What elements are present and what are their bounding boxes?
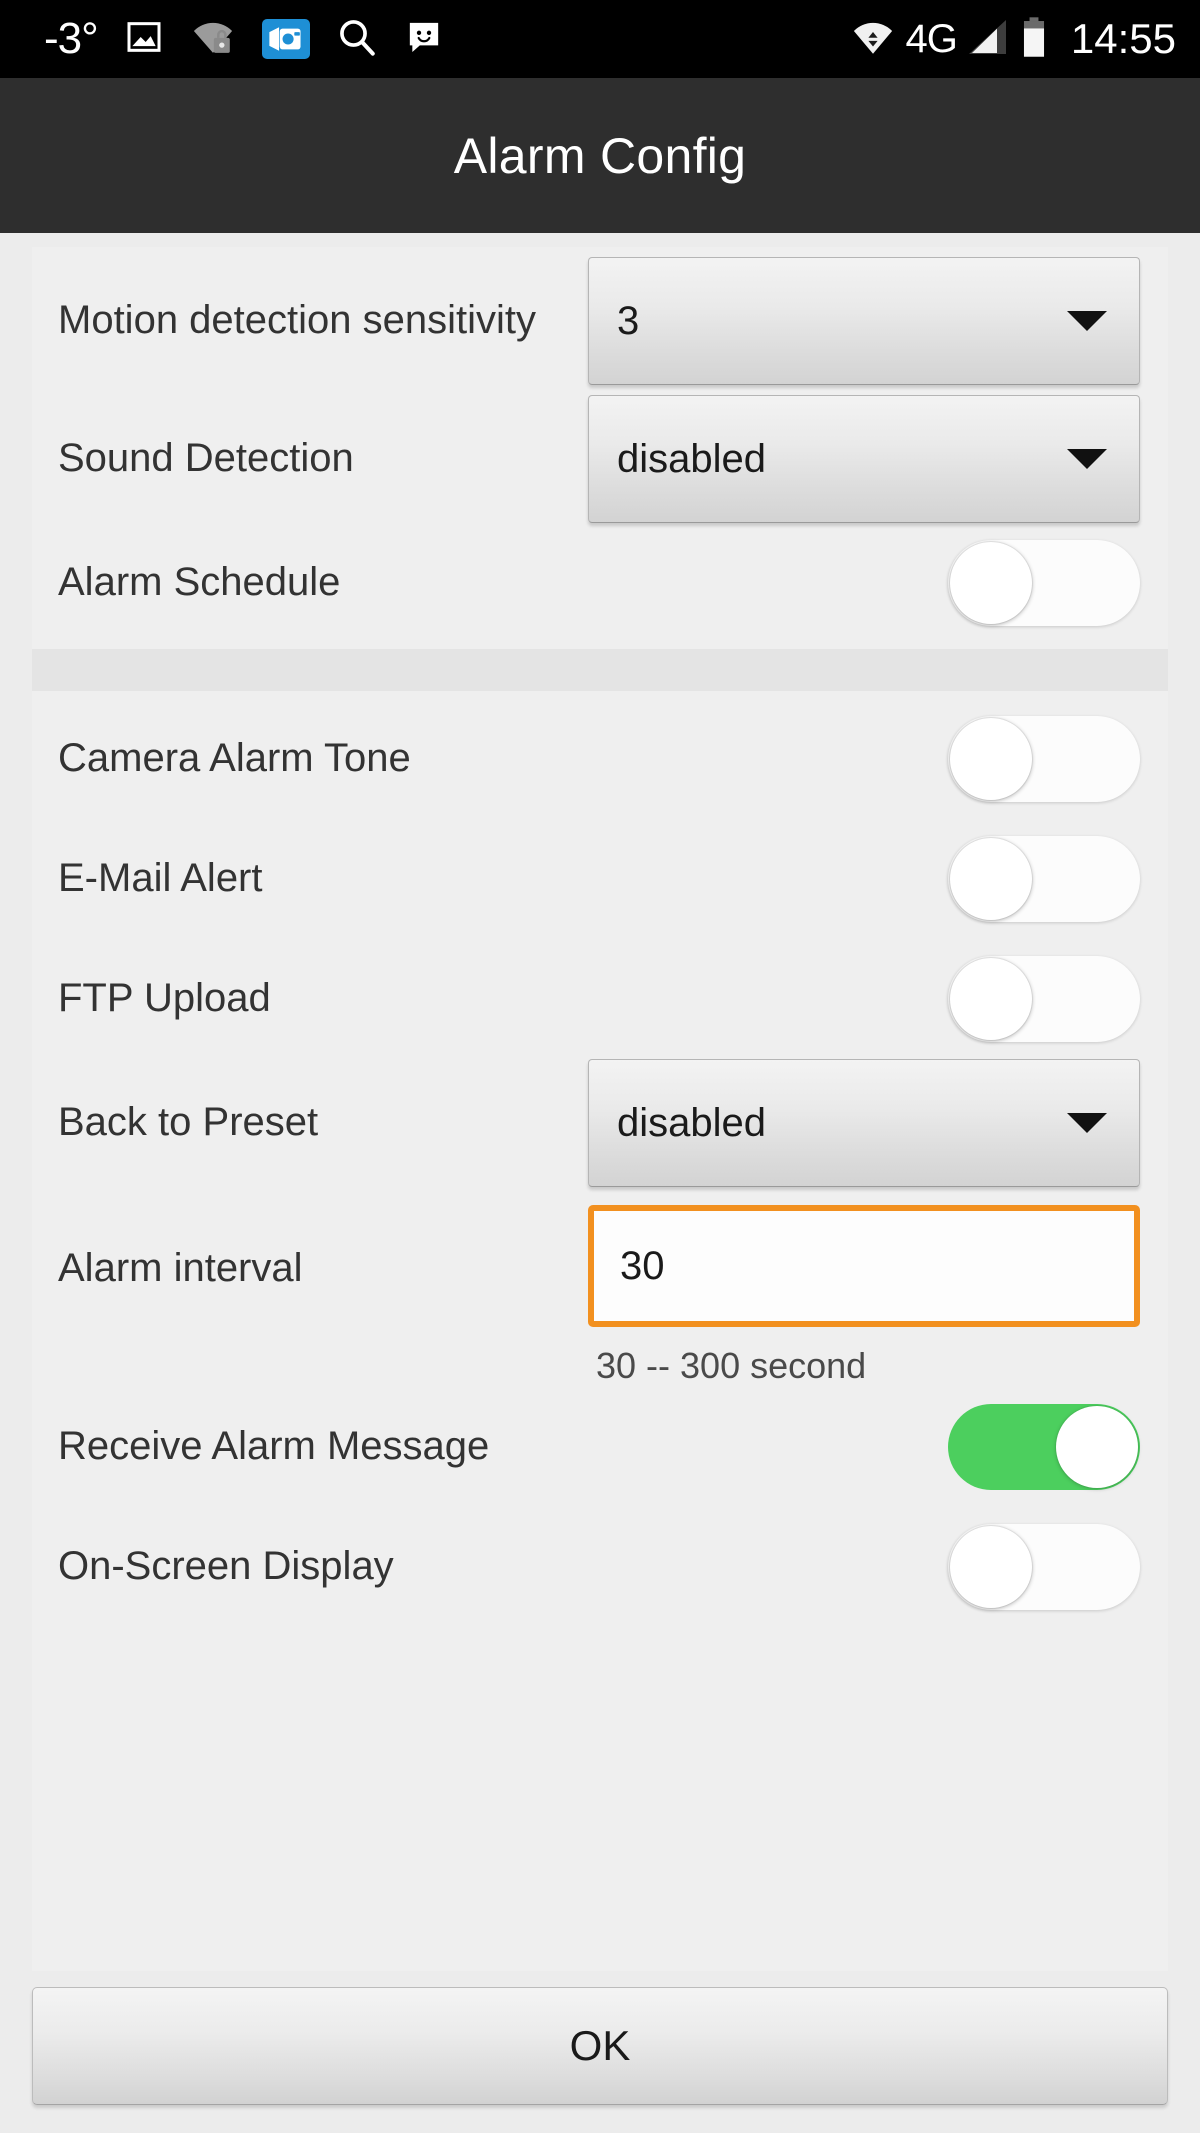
switch-knob — [950, 718, 1032, 800]
app-title-bar: Alarm Config — [0, 78, 1200, 233]
row-label: Back to Preset — [58, 1100, 319, 1145]
switch-knob — [950, 958, 1032, 1040]
wifi-transfer-icon — [850, 17, 896, 62]
battery-icon — [1021, 16, 1047, 63]
row-control — [948, 1524, 1140, 1610]
phone-screen: -3° 4G 14:55 Alarm Config Motion detecti… — [0, 0, 1200, 2133]
motion-sensitivity-spinner[interactable]: 3 — [588, 257, 1140, 385]
row-label: Motion detection sensitivity — [58, 298, 537, 343]
alarm-interval-input[interactable]: 30 — [588, 1205, 1140, 1327]
row-control: 3 — [588, 257, 1140, 385]
switch-knob — [950, 542, 1032, 624]
row-back-to-preset[interactable]: Back to Preset disabled — [32, 1059, 1168, 1187]
section-divider — [32, 649, 1168, 691]
spinner-value: disabled — [617, 436, 767, 481]
on-screen-display-switch[interactable] — [948, 1524, 1140, 1610]
alarm-interval-field-group: 30 30 -- 300 second — [588, 1205, 1140, 1387]
sound-detection-spinner[interactable]: disabled — [588, 395, 1140, 523]
clock-text: 14:55 — [1070, 15, 1176, 62]
row-label: Camera Alarm Tone — [58, 736, 411, 781]
email-alert-switch[interactable] — [948, 836, 1140, 922]
row-label: Sound Detection — [58, 436, 354, 481]
switch-knob — [1056, 1406, 1138, 1488]
row-control: disabled — [588, 395, 1140, 523]
search-icon — [336, 16, 378, 63]
spinner-value: 3 — [617, 298, 640, 343]
row-label: Alarm interval — [58, 1246, 303, 1290]
row-camera-alarm-tone[interactable]: Camera Alarm Tone — [32, 699, 1168, 819]
network-type-text: 4G — [905, 17, 958, 61]
input-value: 30 — [620, 1243, 665, 1288]
row-control: disabled — [588, 1059, 1140, 1187]
footer-bar: OK — [0, 1971, 1200, 2133]
row-receive-alarm-message[interactable]: Receive Alarm Message — [32, 1387, 1168, 1507]
row-label: FTP Upload — [58, 976, 271, 1021]
page-title: Alarm Config — [453, 127, 747, 184]
row-label: E-Mail Alert — [58, 856, 263, 901]
row-control: 30 30 -- 300 second — [588, 1205, 1140, 1387]
row-label: Alarm Schedule — [58, 560, 341, 605]
row-ftp-upload[interactable]: FTP Upload — [32, 939, 1168, 1059]
status-bar-right-icons: 4G 14:55 — [850, 16, 1176, 63]
switch-knob — [950, 1526, 1032, 1608]
row-alarm-interval[interactable]: Alarm interval 30 30 -- 300 second — [32, 1187, 1168, 1387]
camera-alarm-tone-switch[interactable] — [948, 716, 1140, 802]
sms-icon — [404, 17, 444, 62]
row-label: Receive Alarm Message — [58, 1424, 490, 1469]
photo-icon — [124, 17, 164, 62]
status-bar: -3° 4G 14:55 — [0, 0, 1200, 78]
alarm-interval-hint: 30 -- 300 second — [596, 1345, 867, 1386]
alarm-schedule-switch[interactable] — [948, 540, 1140, 626]
row-label: On-Screen Display — [58, 1544, 394, 1589]
row-email-alert[interactable]: E-Mail Alert — [32, 819, 1168, 939]
spinner-value: disabled — [617, 1100, 767, 1145]
ok-button[interactable]: OK — [32, 1987, 1168, 2105]
row-motion-detection-sensitivity[interactable]: Motion detection sensitivity 3 — [32, 247, 1168, 395]
row-on-screen-display[interactable]: On-Screen Display — [32, 1507, 1168, 1627]
signal-bars-icon — [967, 17, 1011, 62]
settings-content[interactable]: Motion detection sensitivity 3 Sound Det… — [0, 233, 1200, 1971]
row-control — [948, 1404, 1140, 1490]
receive-alarm-message-switch[interactable] — [948, 1404, 1140, 1490]
row-control — [948, 540, 1140, 626]
row-alarm-schedule[interactable]: Alarm Schedule — [32, 523, 1168, 643]
ftp-upload-switch[interactable] — [948, 956, 1140, 1042]
settings-card: Motion detection sensitivity 3 Sound Det… — [32, 247, 1168, 1971]
row-control — [948, 716, 1140, 802]
row-sound-detection[interactable]: Sound Detection disabled — [32, 395, 1168, 523]
back-to-preset-spinner[interactable]: disabled — [588, 1059, 1140, 1187]
chevron-down-icon — [1067, 1113, 1107, 1133]
row-control — [948, 836, 1140, 922]
row-control — [948, 956, 1140, 1042]
switch-knob — [950, 838, 1032, 920]
status-bar-left-icons: -3° — [44, 16, 850, 63]
camera-app-icon — [261, 19, 310, 59]
wifi-locked-icon — [190, 17, 236, 62]
chevron-down-icon — [1067, 311, 1107, 331]
chevron-down-icon — [1067, 449, 1107, 469]
temperature-text: -3° — [44, 14, 99, 63]
